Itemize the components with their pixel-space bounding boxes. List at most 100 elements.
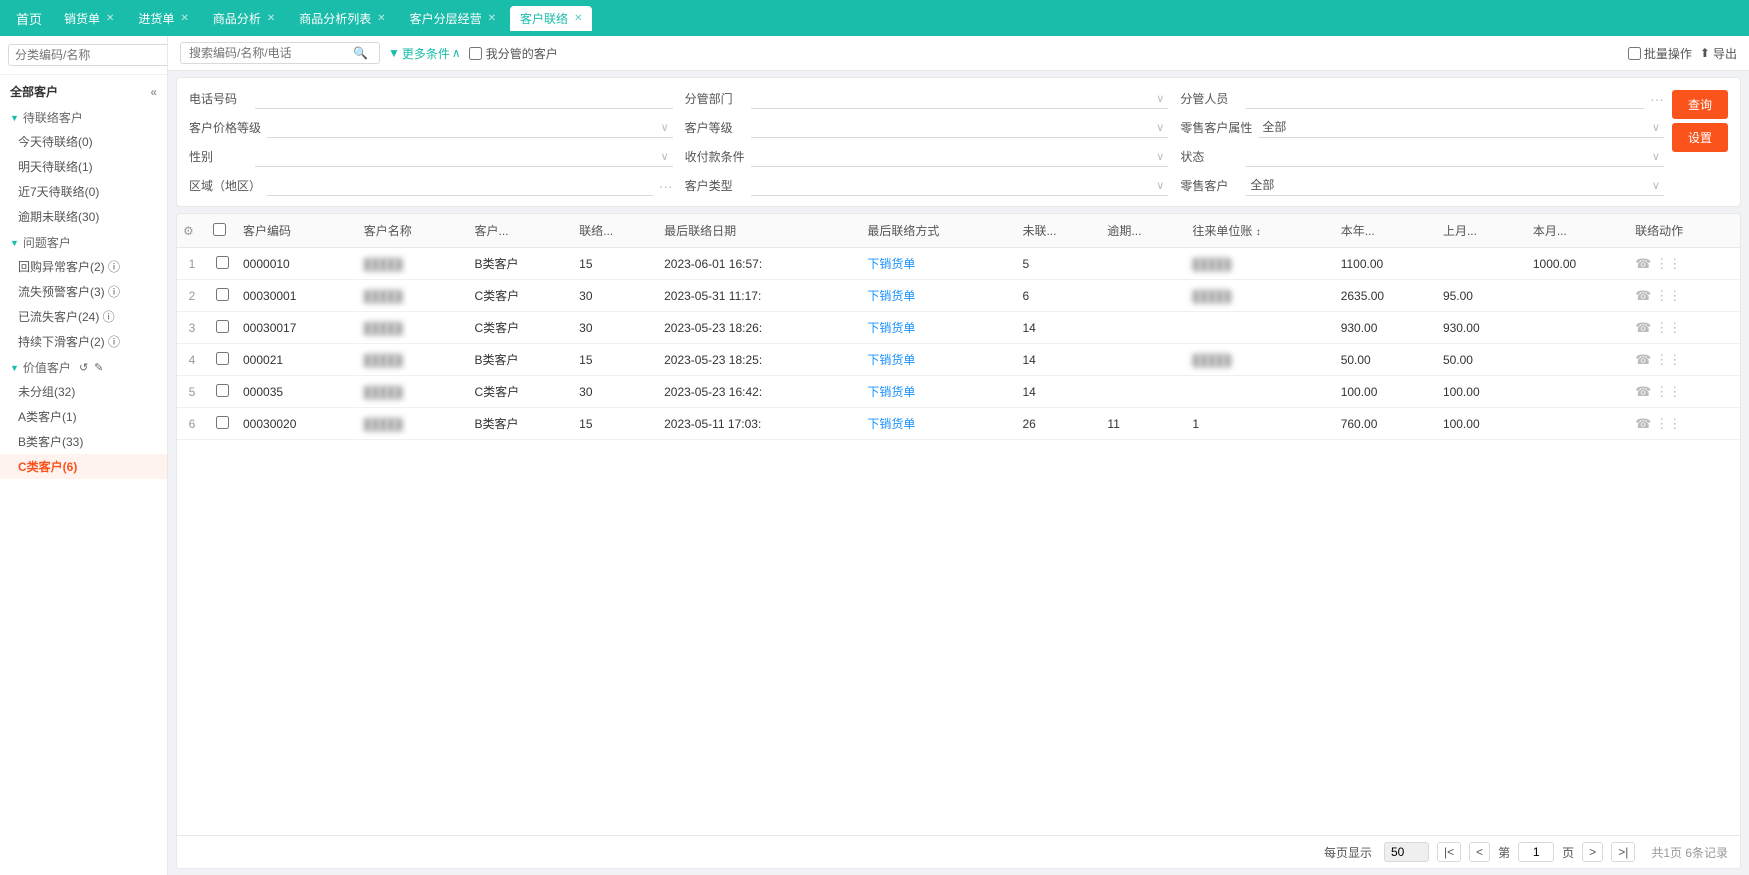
sidebar-item-warning[interactable]: 流失预警客户(3) ⓘ (0, 279, 167, 304)
cell-name: █████ (358, 280, 469, 312)
sidebar-search-input[interactable] (8, 44, 168, 66)
first-page-btn[interactable]: |< (1437, 842, 1461, 862)
sidebar-item-lost[interactable]: 已流失客户(24) ⓘ (0, 304, 167, 329)
sidebar-item-today[interactable]: 今天待联络(0) (0, 129, 167, 154)
search-input[interactable] (189, 46, 349, 60)
more-action-icon[interactable]: ⋮⋮ (1655, 416, 1681, 432)
row-checkbox[interactable] (216, 256, 229, 269)
last-method-link[interactable]: 下销货单 (867, 257, 915, 271)
nav-tab-2[interactable]: 商品分析 ✕ (203, 6, 285, 31)
batch-op-checkbox[interactable] (1628, 47, 1641, 60)
nav-tab-5[interactable]: 客户联络 ✕ (510, 6, 592, 31)
next-page-btn[interactable]: > (1582, 842, 1603, 862)
last-method-link[interactable]: 下销货单 (867, 353, 915, 367)
nav-tab-1[interactable]: 进货单 ✕ (128, 6, 198, 31)
close-icon[interactable]: ✕ (574, 13, 582, 24)
contact-icon[interactable]: ☎ (1635, 384, 1651, 400)
nav-home[interactable]: 首页 (8, 5, 50, 32)
sidebar-item-tomorrow[interactable]: 明天待联络(1) (0, 154, 167, 179)
more-action-icon[interactable]: ⋮⋮ (1655, 384, 1681, 400)
more-conditions-btn[interactable]: ▼ 更多条件 ∧ (388, 45, 461, 62)
select-all-checkbox[interactable] (213, 223, 226, 236)
row-checkbox[interactable] (216, 352, 229, 365)
settings-button[interactable]: 设置 (1672, 123, 1728, 152)
gear-icon[interactable]: ⚙ (183, 224, 194, 238)
cell-not-contact: 14 (1016, 344, 1101, 376)
cell-last-date: 2023-05-11 17:03: (658, 408, 861, 440)
contact-icon[interactable]: ☎ (1635, 416, 1651, 432)
sidebar-item-class-c[interactable]: C类客户(6) (0, 454, 167, 479)
payment-select[interactable] (751, 146, 1169, 167)
customer-grade-select[interactable] (751, 117, 1169, 138)
table-row: 2 00030001 █████ C类客户 30 2023-05-31 11:1… (177, 280, 1740, 312)
more-action-icon[interactable]: ⋮⋮ (1655, 288, 1681, 304)
my-customers-checkbox-label[interactable]: 我分管的客户 (469, 45, 558, 62)
phone-input[interactable] (255, 88, 673, 109)
edit-icon[interactable]: ✎ (94, 361, 103, 374)
close-icon[interactable]: ✕ (267, 13, 275, 24)
contact-icon[interactable]: ☎ (1635, 288, 1651, 304)
export-icon: ⬆ (1700, 46, 1710, 60)
cell-name: █████ (358, 312, 469, 344)
query-button[interactable]: 查询 (1672, 90, 1728, 119)
cell-last-month: 100.00 (1437, 408, 1527, 440)
row-checkbox[interactable] (216, 288, 229, 301)
prev-page-btn[interactable]: < (1469, 842, 1490, 862)
sidebar-item-class-a[interactable]: A类客户(1) (0, 404, 167, 429)
nav-tab-0[interactable]: 销货单 ✕ (54, 6, 124, 31)
last-page-btn[interactable]: >| (1611, 842, 1635, 862)
sidebar-item-ungroup[interactable]: 未分组(32) (0, 379, 167, 404)
close-icon[interactable]: ✕ (106, 13, 114, 24)
export-btn[interactable]: ⬆ 导出 (1700, 45, 1737, 62)
sidebar-item-7days[interactable]: 近7天待联络(0) (0, 179, 167, 204)
nav-tab-4[interactable]: 客户分层经营 ✕ (400, 6, 506, 31)
sidebar-item-abnormal[interactable]: 回购异常客户(2) ⓘ (0, 254, 167, 279)
per-page-select[interactable]: 50 20 100 (1384, 842, 1429, 862)
last-method-link[interactable]: 下销货单 (867, 321, 915, 335)
content-area: 🔍 ▼ 更多条件 ∧ 我分管的客户 批量操作 ⬆ 导出 (168, 36, 1749, 875)
collapse-icon[interactable]: « (150, 85, 157, 99)
sidebar-item-declining[interactable]: 持续下滑客户(2) ⓘ (0, 329, 167, 354)
cell-this-year: 2635.00 (1335, 280, 1437, 312)
more-action-icon[interactable]: ⋮⋮ (1655, 352, 1681, 368)
gender-select[interactable] (255, 146, 673, 167)
retail-select[interactable]: 全部 (1246, 175, 1664, 196)
sidebar-group-problem[interactable]: 问题客户 (0, 229, 167, 254)
search-icon[interactable]: 🔍 (353, 46, 368, 60)
page-input[interactable] (1518, 842, 1554, 862)
region-input[interactable] (267, 175, 653, 196)
nav-tab-3[interactable]: 商品分析列表 ✕ (289, 6, 395, 31)
manager-input[interactable] (1246, 88, 1644, 109)
row-checkbox[interactable] (216, 416, 229, 429)
sidebar-group-value[interactable]: 价值客户 ↺ ✎ (0, 354, 167, 379)
batch-op-checkbox-label[interactable]: 批量操作 (1628, 45, 1692, 62)
manager-dots[interactable]: ··· (1650, 91, 1664, 107)
sidebar-group-pending[interactable]: 待联络客户 (0, 104, 167, 129)
contact-icon[interactable]: ☎ (1635, 256, 1651, 272)
status-select[interactable] (1246, 146, 1664, 167)
th-action: 联络动作 (1629, 214, 1740, 248)
close-icon[interactable]: ✕ (377, 13, 385, 24)
row-checkbox[interactable] (216, 384, 229, 397)
my-customers-checkbox[interactable] (469, 47, 482, 60)
last-method-link[interactable]: 下销货单 (867, 417, 915, 431)
more-action-icon[interactable]: ⋮⋮ (1655, 320, 1681, 336)
dept-select[interactable] (751, 88, 1169, 109)
last-method-link[interactable]: 下销货单 (867, 385, 915, 399)
contact-icon[interactable]: ☎ (1635, 320, 1651, 336)
value-grade-select[interactable] (267, 117, 673, 138)
region-dots[interactable]: ··· (659, 178, 673, 194)
retail-attr-select[interactable]: 全部 (1258, 117, 1664, 138)
more-action-icon[interactable]: ⋮⋮ (1655, 256, 1681, 272)
refresh-icon[interactable]: ↺ (79, 361, 88, 374)
row-checkbox[interactable] (216, 320, 229, 333)
close-icon[interactable]: ✕ (180, 13, 188, 24)
sidebar-item-overdue[interactable]: 逾期未联络(30) (0, 204, 167, 229)
last-method-link[interactable]: 下销货单 (867, 289, 915, 303)
close-icon[interactable]: ✕ (488, 13, 496, 24)
customer-type-select[interactable] (751, 175, 1169, 196)
table-scroll[interactable]: ⚙ 客户编码 客户名称 客户... 联络... 最后联络日期 最后联络方式 未联 (177, 214, 1740, 835)
th-type: 客户... (469, 214, 574, 248)
contact-icon[interactable]: ☎ (1635, 352, 1651, 368)
sidebar-item-class-b[interactable]: B类客户(33) (0, 429, 167, 454)
